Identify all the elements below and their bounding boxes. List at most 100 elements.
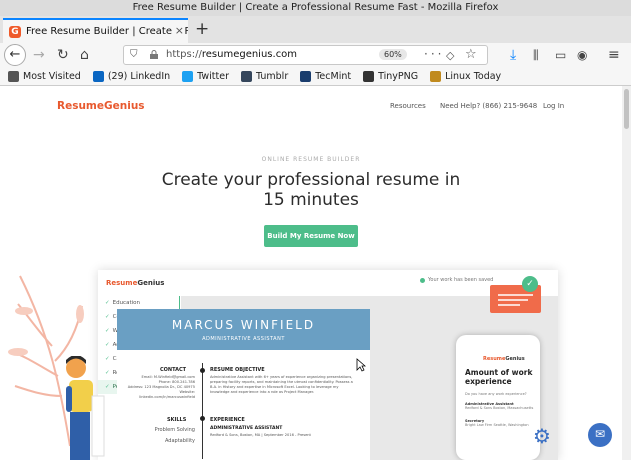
favicon-icon: G bbox=[9, 25, 21, 38]
build-resume-button[interactable]: Build My Resume Now bbox=[264, 225, 358, 247]
objective-text: Administrative Assistant with 6+ years o… bbox=[210, 375, 353, 394]
saved-check-icon bbox=[420, 278, 425, 283]
navigation-toolbar: ← → ↻ ⌂ ⛉ https://resumegenius.com 60% ·… bbox=[0, 43, 631, 67]
contact-heading: CONTACT bbox=[160, 367, 187, 373]
zoom-level-badge[interactable]: 60% bbox=[379, 49, 407, 60]
job-title: ADMINISTRATIVE ASSISTANT bbox=[210, 426, 283, 431]
builder-step: Education bbox=[105, 296, 179, 310]
gear-icon: ⚙ bbox=[533, 424, 551, 448]
logo-text-b: Genius bbox=[104, 100, 145, 112]
bookmark-label: Twitter bbox=[197, 70, 230, 82]
reload-button[interactable]: ↻ bbox=[57, 46, 69, 64]
logo-text-a: Resume bbox=[57, 100, 104, 112]
linuxtoday-icon bbox=[430, 70, 442, 82]
mockup-logo: ResumeGenius bbox=[106, 279, 164, 287]
contact-lines: Email: M.Winfield@gmail.com Phone: 800.24… bbox=[123, 375, 195, 400]
eyebrow-text: ONLINE RESUME BUILDER bbox=[261, 156, 361, 163]
experience-heading: EXPERIENCE bbox=[210, 417, 245, 423]
check-icon: ✓ bbox=[522, 276, 538, 292]
bookmark-item[interactable]: Twitter bbox=[182, 70, 230, 82]
headline-line-2: 15 minutes bbox=[263, 190, 359, 210]
page-actions-icon[interactable]: ··· bbox=[424, 47, 444, 61]
skill-line: Adaptability bbox=[164, 438, 195, 444]
url-scheme: https:// bbox=[166, 49, 202, 60]
bookmark-item[interactable]: Linux Today bbox=[430, 70, 502, 82]
new-tab-button[interactable]: + bbox=[195, 18, 209, 40]
account-icon[interactable]: ◉ bbox=[577, 46, 587, 64]
phone-job-1-sub: Redford & Sons Boston, Massachusetts bbox=[465, 406, 534, 410]
library-icon[interactable]: ⫼ bbox=[533, 46, 539, 64]
pocket-icon[interactable]: ◇ bbox=[446, 49, 454, 62]
headline-line-1: Create your professional resume in bbox=[161, 170, 461, 190]
window-title: Free Resume Builder | Create a Professio… bbox=[0, 0, 631, 16]
phone-job-1: Administrative Assistant Redford & Sons B… bbox=[465, 402, 533, 410]
bookmark-item[interactable]: Tumblr bbox=[241, 70, 289, 82]
nav-link-help-phone[interactable]: Need Help? (866) 215-9648 bbox=[440, 102, 537, 110]
scrollbar-thumb[interactable] bbox=[624, 89, 629, 129]
phone-logo-a: Resume bbox=[483, 356, 506, 362]
phone-heading: Amount of work experience bbox=[465, 368, 532, 386]
tracking-shield-icon[interactable]: ⛉ bbox=[130, 49, 138, 60]
bookmark-item[interactable]: (29) LinkedIn bbox=[92, 70, 171, 82]
phone-mockup: ResumeGenius Amount of work experience Do… bbox=[456, 335, 540, 460]
phone-heading-2: experience bbox=[465, 377, 512, 386]
twitter-icon bbox=[182, 70, 194, 82]
mockup-logo-a: Resume bbox=[106, 279, 138, 287]
timeline-line bbox=[202, 363, 203, 459]
phone-heading-1: Amount of work bbox=[465, 368, 533, 377]
job-subtitle: Redford & Sons, Boston, MA | September 2… bbox=[210, 433, 311, 437]
close-tab-icon[interactable]: × bbox=[171, 24, 184, 37]
tab-strip: G Free Resume Builder | Create a Profe ×… bbox=[0, 16, 631, 43]
page-scrollbar[interactable] bbox=[622, 86, 631, 460]
url-text[interactable]: https://resumegenius.com bbox=[166, 49, 297, 60]
resume-name: MARCUS WINFIELD bbox=[171, 318, 316, 332]
tab-label: Free Resume Builder | Create a Profe bbox=[26, 26, 188, 37]
linkedin-icon bbox=[92, 70, 104, 82]
forward-button[interactable]: → bbox=[33, 46, 45, 64]
tecmint-icon bbox=[300, 70, 312, 82]
bookmark-label: TecMint bbox=[315, 70, 352, 82]
bookmarks-toolbar: Most Visited (29) LinkedIn Twitter Tumblr Te… bbox=[0, 67, 631, 86]
bookmark-label: Tumblr bbox=[256, 70, 289, 82]
hero-headline: Create your professional resume in 15 mi… bbox=[0, 170, 622, 210]
person-illustration bbox=[66, 356, 105, 460]
bookmark-item[interactable]: Most Visited bbox=[8, 70, 81, 82]
skills-heading: SKILLS bbox=[167, 417, 187, 423]
firefox-window: Free Resume Builder | Create a Professio… bbox=[0, 0, 631, 460]
resume-preview: MARCUS WINFIELD ADMINISTRATIVE ASSISTANT… bbox=[117, 309, 370, 460]
objective-heading: RESUME OBJECTIVE bbox=[210, 367, 265, 373]
timeline-dot bbox=[200, 416, 205, 421]
resume-title: ADMINISTRATIVE ASSISTANT bbox=[202, 336, 285, 342]
back-button[interactable]: ← bbox=[4, 44, 26, 66]
site-logo[interactable]: ResumeGenius bbox=[57, 100, 145, 112]
chat-button[interactable]: ✉ bbox=[588, 423, 612, 447]
nav-link-login[interactable]: Log In bbox=[543, 102, 564, 110]
url-bar[interactable]: ⛉ https://resumegenius.com 60% ··· ◇ ☆ bbox=[123, 45, 488, 65]
tab-resume-builder[interactable]: G Free Resume Builder | Create a Profe × bbox=[3, 18, 188, 43]
mockup-logo-b: Genius bbox=[137, 279, 165, 287]
skill-lines: Problem Solving Adaptability bbox=[123, 425, 195, 447]
phone-logo-b: Genius bbox=[505, 356, 525, 362]
menu-icon[interactable]: ≡ bbox=[608, 46, 620, 64]
gear-icon bbox=[8, 70, 19, 82]
phone-logo: ResumeGenius bbox=[483, 356, 525, 362]
sidebar-icon[interactable]: ▭ bbox=[555, 46, 566, 64]
tinypng-icon bbox=[363, 70, 375, 82]
mouse-cursor-icon bbox=[356, 358, 366, 372]
contact-line: Website: linkedin.com/in/marcuswinfield bbox=[139, 390, 195, 399]
bookmark-label: Linux Today bbox=[445, 70, 502, 82]
bookmark-item[interactable]: TecMint bbox=[300, 70, 352, 82]
resume-header: MARCUS WINFIELD ADMINISTRATIVE ASSISTANT bbox=[117, 309, 370, 350]
bookmark-label: (29) LinkedIn bbox=[107, 70, 171, 82]
lock-icon[interactable] bbox=[150, 50, 158, 59]
timeline-dot bbox=[200, 368, 205, 373]
phone-job-2-sub: Bright Law Firm Seattle, Washington bbox=[465, 423, 529, 427]
downloads-icon[interactable]: ⤓ bbox=[510, 46, 516, 64]
page-content: ResumeGenius Resources Need Help? (866) … bbox=[0, 86, 622, 460]
url-host: resumegenius.com bbox=[201, 49, 298, 60]
bookmark-star-icon[interactable]: ☆ bbox=[465, 47, 477, 62]
home-button[interactable]: ⌂ bbox=[80, 46, 89, 64]
nav-link-resources[interactable]: Resources bbox=[390, 102, 426, 110]
bookmark-label: TinyPNG bbox=[378, 70, 419, 82]
bookmark-item[interactable]: TinyPNG bbox=[363, 70, 419, 82]
